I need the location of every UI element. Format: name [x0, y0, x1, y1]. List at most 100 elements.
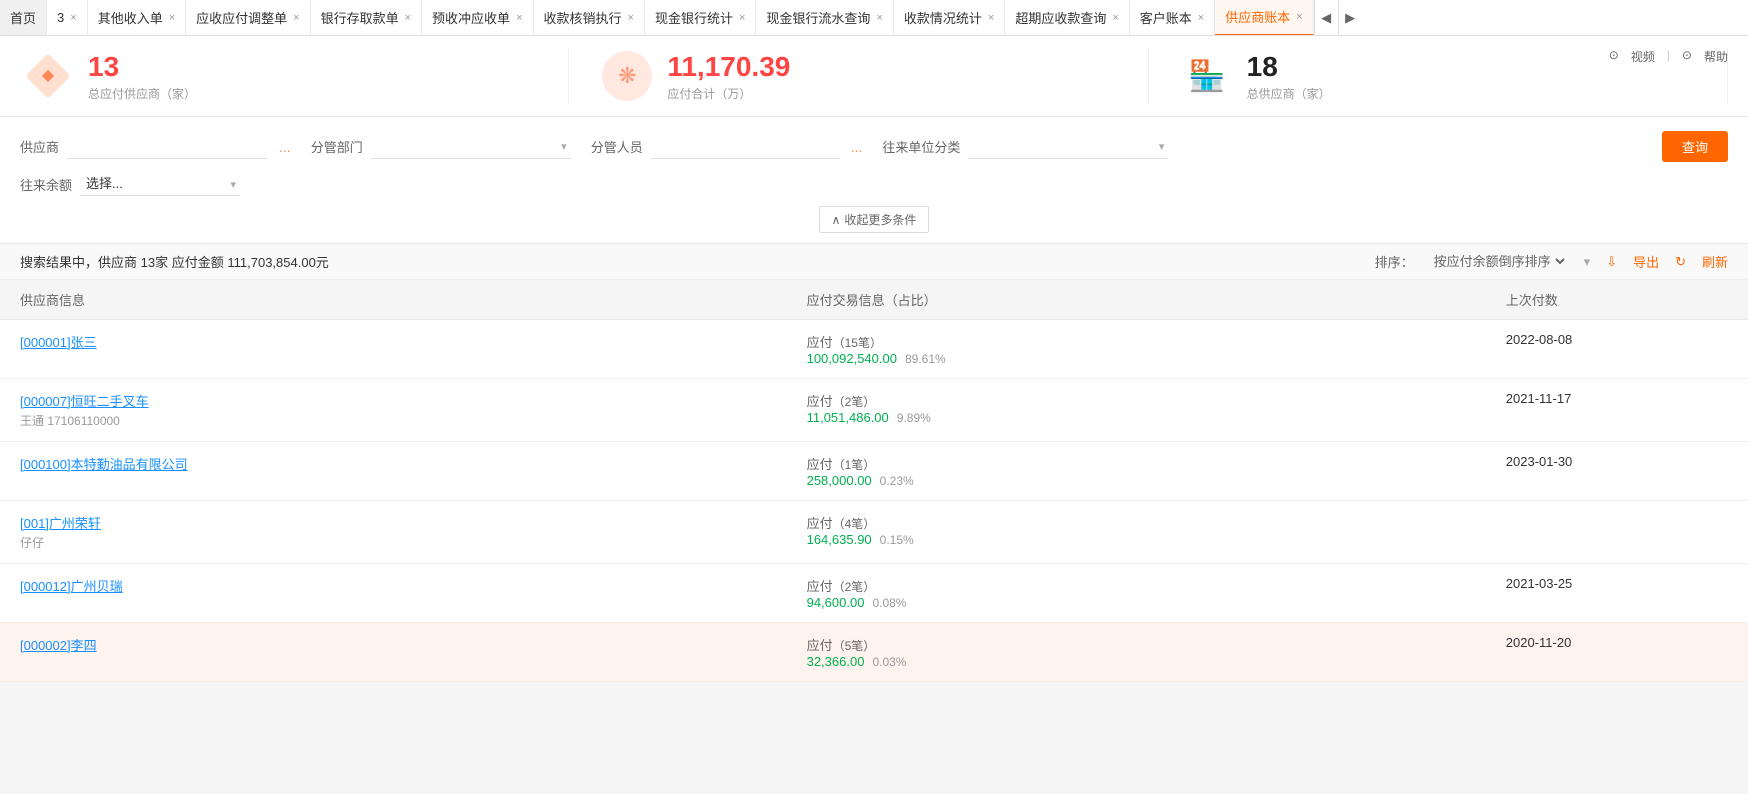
last-pay-cell: 2021-11-17	[1486, 379, 1748, 442]
nav-tab-overdue-ar[interactable]: 超期应收款查询 ×	[1005, 0, 1129, 36]
stat-label-payable-suppliers: 总应付供应商（家）	[88, 85, 196, 102]
supplier-info-cell: [000007]恒旺二手叉车王通 17106110000	[0, 379, 787, 442]
nav-tab-ar-ap-adjust-label: 应收应付调整单	[196, 8, 287, 27]
person-filter-item: 分管人员 ...	[591, 135, 863, 159]
tx-amount[interactable]: 258,000.00	[807, 473, 872, 488]
tx-amount[interactable]: 94,600.00	[807, 595, 865, 610]
nav-tab-ar-ap-adjust-close[interactable]: ×	[293, 12, 299, 24]
nav-tab-customer-ledger-close[interactable]: ×	[1198, 12, 1204, 24]
last-pay-date: 2020-11-20	[1506, 635, 1572, 650]
last-pay-date: 2021-03-25	[1506, 576, 1573, 591]
nav-tab-advance-offset[interactable]: 预收冲应收单 ×	[422, 0, 533, 36]
nav-tab-home[interactable]: 首页	[0, 0, 47, 36]
nav-tab-bank-deposit-label: 银行存取款单	[321, 8, 399, 27]
nav-tab-3[interactable]: 3 ×	[47, 0, 88, 36]
nav-next-arrow[interactable]: ▶	[1338, 0, 1362, 36]
stat-number-payable-suppliers: 13	[88, 50, 196, 84]
nav-tab-ar-ap-adjust[interactable]: 应收应付调整单 ×	[186, 0, 310, 36]
tx-count: （15笔）	[833, 336, 882, 350]
nav-tab-receipt-verify-close[interactable]: ×	[628, 12, 634, 24]
tx-amount[interactable]: 32,366.00	[807, 654, 865, 669]
collapse-button[interactable]: ∧ 收起更多条件	[819, 206, 930, 233]
filter-row-1: 供应商 ... 分管部门 ▾ 分管人员 ... 往来单位分类	[20, 131, 1728, 162]
help-link[interactable]: 帮助	[1704, 48, 1728, 65]
supplier-link[interactable]: [000012]广州贝瑞	[20, 579, 123, 594]
nav-tab-3-close[interactable]: ×	[70, 12, 76, 24]
balance-filter-item: 往来余额 选择... ▾	[20, 172, 240, 196]
balance-filter-label: 往来余额	[20, 175, 72, 194]
supplier-link[interactable]: [000100]本特勤油品有限公司	[20, 457, 188, 472]
nav-tab-home-label: 首页	[10, 8, 36, 27]
dept-select-wrapper: ▾	[371, 135, 571, 159]
nav-tab-advance-offset-close[interactable]: ×	[516, 12, 522, 24]
tx-amount[interactable]: 164,635.90	[807, 532, 872, 547]
store-icon: 🏪	[1179, 48, 1235, 104]
table-row: [000012]广州贝瑞应付（2笔）94,600.000.08%2021-03-…	[0, 564, 1748, 623]
last-pay-cell: 2023-01-30	[1486, 442, 1748, 501]
header-right-links: ⊙ 视频 | ⊙ 帮助	[1609, 48, 1728, 65]
video-link[interactable]: 视频	[1631, 48, 1655, 65]
col-header-lastpay: 上次付数	[1486, 280, 1748, 320]
collapse-chevron-up-icon: ∧	[832, 213, 841, 227]
result-prefix: 搜索结果中，供应商	[20, 255, 137, 270]
sort-label: 排序：	[1375, 252, 1414, 271]
nav-tab-other-income[interactable]: 其他收入单 ×	[88, 0, 186, 36]
tx-info-cell: 应付（15笔）100,092,540.0089.61%	[787, 320, 1486, 379]
result-actions: 排序： 按应付余额倒序排序 ▾ ⇩ 导出 ↻ 刷新	[1375, 252, 1728, 271]
nav-tab-receipt-stats-close[interactable]: ×	[988, 12, 994, 24]
tx-count: （4笔）	[833, 517, 876, 531]
search-button[interactable]: 查询	[1662, 131, 1728, 162]
tx-info-cell: 应付（5笔）32,366.000.03%	[787, 623, 1486, 682]
nav-tab-supplier-ledger[interactable]: 供应商账本 ×	[1215, 0, 1313, 36]
tx-label-line: 应付（1笔）	[807, 454, 1466, 473]
tx-label-line: 应付（15笔）	[807, 332, 1466, 351]
balance-select[interactable]: 选择...	[80, 172, 240, 196]
tx-amount[interactable]: 100,092,540.00	[807, 351, 897, 366]
nav-tab-overdue-ar-label: 超期应收款查询	[1015, 8, 1106, 27]
supplier-link[interactable]: [001]广州荣轩	[20, 516, 101, 531]
result-bar: 搜索结果中，供应商 13家 应付金额 111,703,854.00元 排序： 按…	[0, 244, 1748, 280]
dept-filter-label: 分管部门	[311, 137, 363, 156]
category-filter-label: 往来单位分类	[882, 137, 960, 156]
last-pay-cell: 2021-03-25	[1486, 564, 1748, 623]
nav-tab-cash-bank-stats[interactable]: 现金银行统计 ×	[645, 0, 756, 36]
category-select[interactable]	[968, 135, 1168, 159]
nav-tab-overdue-ar-close[interactable]: ×	[1112, 12, 1118, 24]
nav-tab-receipt-stats[interactable]: 收款情况统计 ×	[894, 0, 1005, 36]
person-input[interactable]	[651, 135, 839, 159]
supplier-link[interactable]: [000001]张三	[20, 335, 97, 350]
stat-block-payable-suppliers: ◆ 13 总应付供应商（家）	[20, 48, 569, 104]
nav-tab-other-income-close[interactable]: ×	[169, 12, 175, 24]
tx-amount-line: 94,600.000.08%	[807, 595, 1466, 610]
tx-info-cell: 应付（1笔）258,000.000.23%	[787, 442, 1486, 501]
nav-prev-arrow[interactable]: ◀	[1314, 0, 1338, 36]
last-pay-cell: 2020-11-20	[1486, 623, 1748, 682]
nav-tab-supplier-ledger-close[interactable]: ×	[1296, 11, 1302, 23]
supplier-link[interactable]: [000007]恒旺二手叉车	[20, 394, 149, 409]
video-icon: ⊙	[1609, 48, 1619, 65]
nav-tab-cash-bank-stats-close[interactable]: ×	[739, 12, 745, 24]
export-button[interactable]: 导出	[1633, 252, 1659, 271]
supplier-info-cell: [000012]广州贝瑞	[0, 564, 787, 623]
supplier-link[interactable]: [000002]李四	[20, 638, 97, 653]
person-ellipsis-btn[interactable]: ...	[851, 139, 863, 155]
nav-tab-cash-bank-flow[interactable]: 现金银行流水查询 ×	[756, 0, 893, 36]
nav-tab-bank-deposit-close[interactable]: ×	[405, 12, 411, 24]
diamond-icon: ◆	[20, 48, 76, 104]
tx-type-label: 应付	[807, 394, 833, 409]
sort-select[interactable]: 按应付余额倒序排序	[1430, 253, 1568, 270]
nav-tab-customer-ledger[interactable]: 客户账本 ×	[1130, 0, 1215, 36]
stat-number-total-suppliers: 18	[1247, 50, 1331, 84]
data-table-container: 供应商信息 应付交易信息（占比） 上次付数 [000001]张三应付（15笔）1…	[0, 280, 1748, 682]
tx-amount[interactable]: 11,051,486.00	[807, 410, 889, 425]
last-pay-date: 2023-01-30	[1506, 454, 1573, 469]
nav-tab-cash-bank-flow-close[interactable]: ×	[876, 12, 882, 24]
supplier-input[interactable]	[67, 135, 267, 159]
refresh-button[interactable]: 刷新	[1702, 252, 1728, 271]
nav-tab-receipt-verify[interactable]: 收款核销执行 ×	[534, 0, 645, 36]
dept-select[interactable]	[371, 135, 571, 159]
result-mid: 应付金额	[172, 255, 224, 270]
nav-tab-bank-deposit[interactable]: 银行存取款单 ×	[311, 0, 422, 36]
supplier-ellipsis-btn[interactable]: ...	[279, 139, 291, 155]
svg-text:◆: ◆	[42, 67, 55, 84]
